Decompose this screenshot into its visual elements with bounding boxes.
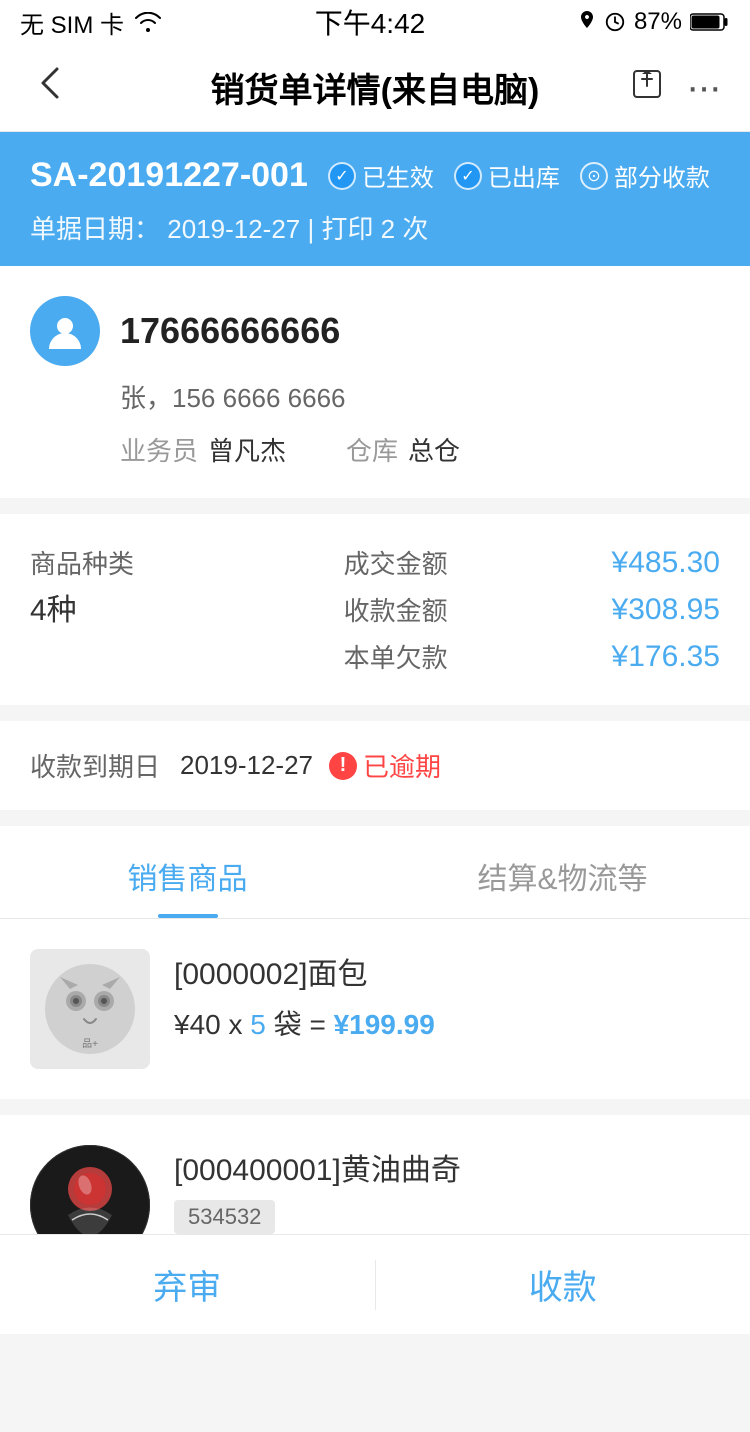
overdue-dot-icon: ! [329, 752, 357, 780]
status-effective: ✓ 已生效 [328, 158, 434, 193]
overdue-text: 已逾期 [363, 747, 441, 784]
battery-icon [690, 12, 730, 32]
order-date-info: 单据日期： 2019-12-27 | 打印 2 次 [30, 209, 720, 246]
check-icon-2: ✓ [454, 162, 482, 190]
product-thumb-1: 品+ [30, 949, 150, 1069]
status-bar: 无 SIM 卡 下午4:42 87% [0, 0, 750, 44]
salesman-info: 业务员 曾凡杰 [120, 431, 286, 468]
carrier-text: 无 SIM 卡 [20, 5, 124, 40]
battery-text: 87% [634, 8, 682, 36]
tabs: 销售商品 结算&物流等 [0, 826, 750, 918]
bottom-bar: 弃审 收款 [0, 1234, 750, 1334]
status-left: 无 SIM 卡 [20, 5, 162, 40]
time-display: 下午4:42 [315, 2, 426, 42]
customer-phone: 17666666666 [120, 310, 340, 352]
customer-row: 17666666666 [30, 296, 720, 366]
share-icon[interactable] [632, 69, 662, 107]
status-right: 87% [578, 8, 730, 36]
bottom-spacer [0, 1332, 750, 1432]
product-sku-2: 534532 [174, 1200, 275, 1234]
product-info-1: [0000002]面包 ¥40 x 5 袋 = ¥199.99 [174, 949, 720, 1043]
nav-bar: 销货单详情(来自电脑) ··· [0, 44, 750, 132]
abandon-review-button[interactable]: 弃审 [0, 1240, 375, 1329]
customer-name-phone: 张，156 6666 6666 [30, 378, 720, 415]
order-id: SA-20191227-001 [30, 156, 308, 195]
stats-right: 成交金额 ¥485.30 收款金额 ¥308.95 本单欠款 ¥176.35 [344, 544, 720, 675]
overdue-date: 2019-12-27 [180, 750, 313, 781]
owed-amount-row: 本单欠款 ¥176.35 [344, 638, 720, 675]
wifi-icon [134, 12, 162, 32]
nav-right-actions: ··· [632, 65, 720, 110]
product-price-1: ¥40 x 5 袋 = ¥199.99 [174, 1003, 720, 1043]
product-card-1: 品+ [0000002]面包 ¥40 x 5 袋 = ¥199.99 [0, 919, 750, 1099]
status-partial-payment: ⊙ 部分收款 [580, 158, 710, 193]
product-name-1: [0000002]面包 [174, 949, 720, 993]
trading-amount-row: 成交金额 ¥485.30 [344, 544, 720, 581]
customer-avatar [30, 296, 100, 366]
tab-settlement-logistics[interactable]: 结算&物流等 [375, 826, 750, 918]
status-shipped: ✓ 已出库 [454, 158, 560, 193]
customer-meta: 业务员 曾凡杰 仓库 总仓 [30, 431, 720, 468]
more-icon[interactable]: ··· [686, 65, 720, 110]
alarm-icon [604, 11, 626, 33]
overdue-label: 收款到期日 [30, 747, 160, 784]
collect-payment-button[interactable]: 收款 [376, 1240, 750, 1329]
tabs-section: 销售商品 结算&物流等 [0, 826, 750, 919]
overdue-section: 收款到期日 2019-12-27 ! 已逾期 [0, 721, 750, 810]
back-button[interactable] [30, 56, 70, 119]
customer-section: 17666666666 张，156 6666 6666 业务员 曾凡杰 仓库 总… [0, 266, 750, 498]
clock-icon: ⊙ [580, 162, 608, 190]
location-icon [578, 11, 596, 33]
check-icon-1: ✓ [328, 162, 356, 190]
svg-text:品+: 品+ [82, 1038, 98, 1050]
received-amount-row: 收款金额 ¥308.95 [344, 591, 720, 628]
overdue-badge: ! 已逾期 [329, 747, 441, 784]
product-name-2: [000400001]黄油曲奇 [174, 1145, 720, 1189]
tab-sales-products[interactable]: 销售商品 [0, 826, 375, 918]
stats-left: 商品种类 4种 [30, 544, 344, 629]
stats-section: 商品种类 4种 成交金额 ¥485.30 收款金额 ¥308.95 本单欠款 ¥… [0, 514, 750, 705]
warehouse-info: 仓库 总仓 [346, 431, 460, 468]
page-title: 销货单详情(来自电脑) [211, 63, 540, 112]
order-header: SA-20191227-001 ✓ 已生效 ✓ 已出库 ⊙ 部分收款 单据日期：… [0, 132, 750, 266]
